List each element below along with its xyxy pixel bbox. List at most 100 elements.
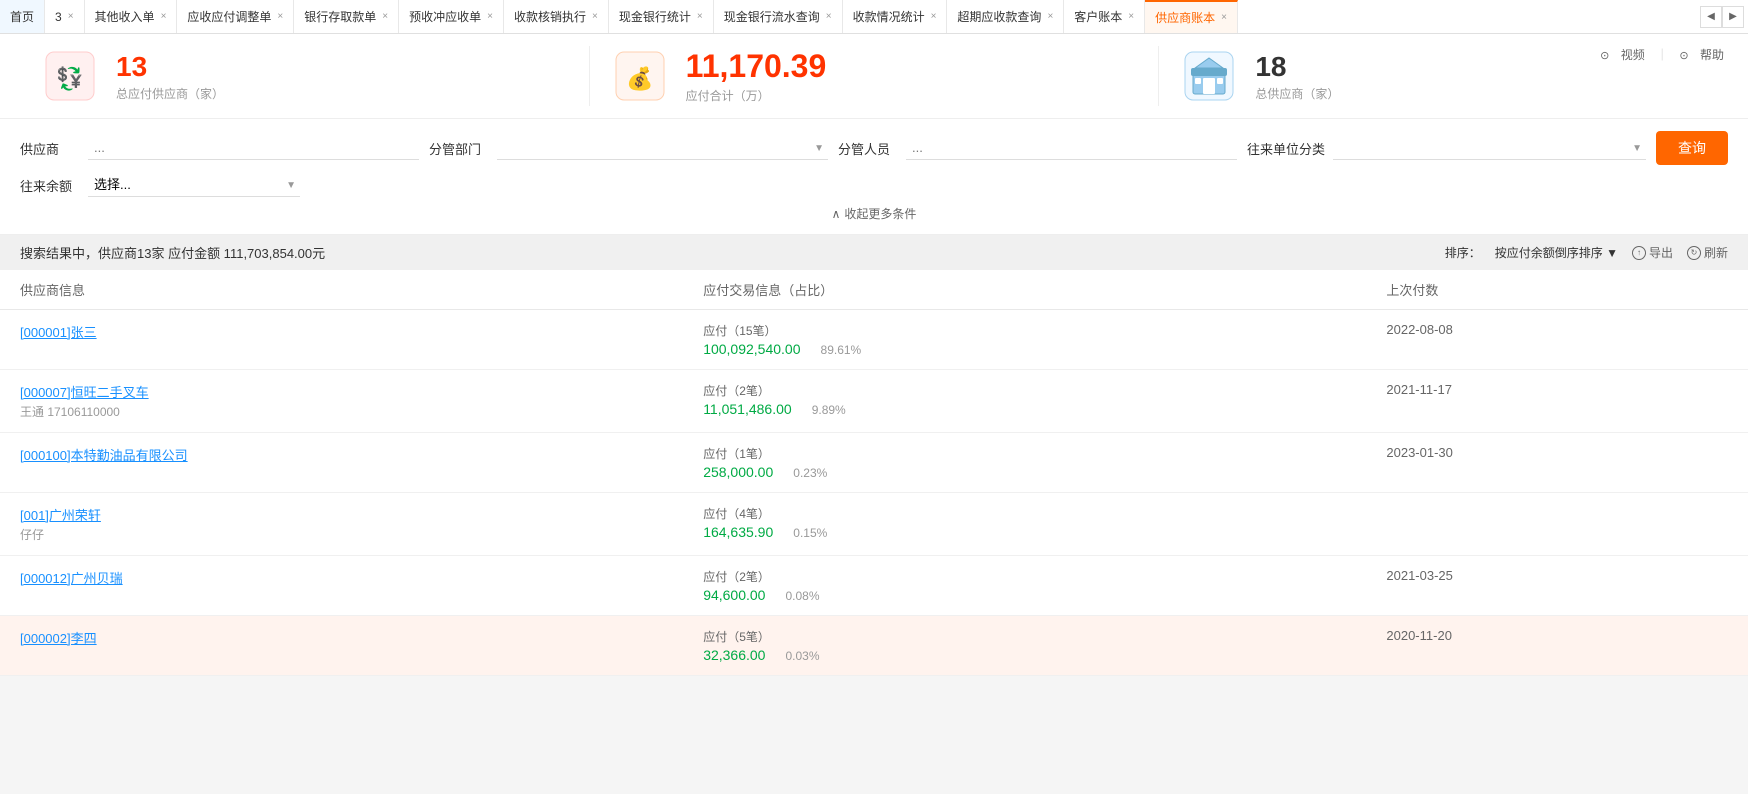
nav-tab-other-income-close[interactable]: × bbox=[161, 11, 167, 22]
supplier-link[interactable]: [000100]本特勤油品有限公司 bbox=[20, 445, 703, 464]
table-row: [001]广州荣轩 仔仔 应付（4笔） 164,635.90 0.15% bbox=[0, 493, 1748, 556]
last-pay-date: 2022-08-08 bbox=[1386, 322, 1453, 337]
stat-block-payable-suppliers: 💱 13 总应付供应商（家） bbox=[20, 46, 590, 106]
table-row: [000012]广州贝瑞 应付（2笔） 94,600.00 0.08% 2021… bbox=[0, 556, 1748, 616]
last-pay-col: 2023-01-30 bbox=[1386, 445, 1728, 460]
nav-tab-overdue-ar[interactable]: 超期应收款查询 × bbox=[947, 0, 1064, 34]
payable-suppliers-label: 总应付供应商（家） bbox=[116, 85, 224, 102]
stat-info-payable-suppliers: 13 总应付供应商（家） bbox=[116, 51, 224, 102]
nav-tab-customer-book[interactable]: 客户账本 × bbox=[1064, 0, 1145, 34]
trans-percent: 0.23% bbox=[793, 466, 827, 480]
filter-dept-select-wrap: ▼ bbox=[497, 136, 828, 160]
trans-info-col: 应付（4笔） 164,635.90 0.15% bbox=[703, 505, 1386, 540]
results-summary: 搜索结果中，供应商13家 应付金额 111,703,854.00元 bbox=[20, 243, 325, 262]
filter-category-select-wrap: ▼ bbox=[1333, 136, 1646, 160]
supplier-info-col: [000012]广州贝瑞 bbox=[20, 568, 703, 587]
nav-tab-overdue-ar-close[interactable]: × bbox=[1047, 11, 1053, 22]
nav-tab-prepay-offset-label: 预收冲应收单 bbox=[409, 8, 481, 25]
supplier-link[interactable]: [000007]恒旺二手叉车 bbox=[20, 382, 703, 401]
trans-amount: 11,051,486.00 bbox=[703, 401, 792, 417]
nav-prev-button[interactable]: ◀ bbox=[1700, 6, 1722, 28]
nav-tab-receipt-stat[interactable]: 收款情况统计 × bbox=[843, 0, 948, 34]
nav-tab-receipt-verify[interactable]: 收款核销执行 × bbox=[504, 0, 609, 34]
trans-row: 32,366.00 0.03% bbox=[703, 645, 1386, 663]
supplier-info-col: [000002]李四 bbox=[20, 628, 703, 647]
svg-text:💰: 💰 bbox=[626, 66, 653, 92]
trans-percent: 9.89% bbox=[812, 403, 846, 417]
filter-bar: 供应商 分管部门 ▼ 分管人员 往来单位分类 ▼ bbox=[0, 119, 1748, 235]
nav-tab-ar-ap-adjust-close[interactable]: × bbox=[277, 11, 283, 22]
nav-tab-cash-bank-stat-close[interactable]: × bbox=[697, 11, 703, 22]
nav-tab-ar-ap-adjust-label: 应收应付调整单 bbox=[187, 8, 271, 25]
svg-text:💱: 💱 bbox=[56, 66, 83, 92]
nav-tab-3[interactable]: 3 × bbox=[45, 0, 85, 34]
trans-amount: 100,092,540.00 bbox=[703, 341, 800, 357]
results-bar: 搜索结果中，供应商13家 应付金额 111,703,854.00元 排序： 按应… bbox=[0, 235, 1748, 270]
supplier-link[interactable]: [001]广州荣轩 bbox=[20, 505, 703, 524]
trans-label: 应付（15笔） bbox=[703, 322, 1386, 339]
filter-supplier-label: 供应商 bbox=[20, 139, 80, 158]
last-pay-date: 2021-11-17 bbox=[1386, 382, 1452, 397]
sort-label: 排序： bbox=[1445, 244, 1481, 261]
last-pay-col: 2020-11-20 bbox=[1386, 628, 1728, 643]
nav-tab-home[interactable]: 首页 bbox=[0, 0, 45, 34]
nav-tab-3-close[interactable]: × bbox=[68, 11, 74, 22]
nav-tab-prepay-offset-close[interactable]: × bbox=[487, 11, 493, 22]
stat-info-total-suppliers: 18 总供应商（家） bbox=[1255, 51, 1339, 102]
last-pay-date: 2020-11-20 bbox=[1386, 628, 1452, 643]
nav-tab-receipt-stat-label: 收款情况统计 bbox=[853, 8, 925, 25]
filter-category-select[interactable] bbox=[1333, 136, 1646, 160]
total-suppliers-icon bbox=[1179, 46, 1239, 106]
filter-balance-select[interactable]: 选择... bbox=[88, 173, 300, 197]
separator: ｜ bbox=[1656, 48, 1668, 62]
trans-info-col: 应付（1笔） 258,000.00 0.23% bbox=[703, 445, 1386, 480]
refresh-button[interactable]: ↻ 刷新 bbox=[1687, 244, 1728, 261]
nav-tab-home-label: 首页 bbox=[10, 8, 34, 25]
filter-dept-select[interactable] bbox=[497, 136, 828, 160]
nav-tab-cash-flow[interactable]: 现金银行流水查询 × bbox=[714, 0, 843, 34]
col-header-trans: 应付交易信息（占比） bbox=[703, 280, 1386, 299]
supplier-link[interactable]: [000012]广州贝瑞 bbox=[20, 568, 703, 587]
nav-next-button[interactable]: ▶ bbox=[1722, 6, 1744, 28]
stat-info-payable-total: 11,170.39 应付合计（万） bbox=[686, 48, 827, 104]
trans-row: 11,051,486.00 9.89% bbox=[703, 399, 1386, 417]
nav-tab-supplier-book-close[interactable]: × bbox=[1221, 12, 1227, 23]
trans-label: 应付（1笔） bbox=[703, 445, 1386, 462]
stats-bar: 💱 13 总应付供应商（家） 💰 11,170.39 应付合计（万） bbox=[0, 34, 1748, 119]
collapse-up-icon: ∧ bbox=[832, 207, 841, 221]
nav-tab-cash-flow-close[interactable]: × bbox=[826, 11, 832, 22]
supplier-link[interactable]: [000002]李四 bbox=[20, 628, 703, 647]
export-label: 导出 bbox=[1649, 244, 1673, 261]
filter-supplier-input[interactable] bbox=[88, 136, 419, 160]
filter-person-input[interactable] bbox=[906, 136, 1237, 160]
trans-percent: 0.03% bbox=[785, 649, 819, 663]
collapse-filter-button[interactable]: ∧ 收起更多条件 bbox=[20, 205, 1728, 222]
help-link[interactable]: 帮助 bbox=[1700, 48, 1724, 62]
nav-tab-receipt-verify-label: 收款核销执行 bbox=[514, 8, 586, 25]
supplier-link[interactable]: [000001]张三 bbox=[20, 322, 703, 341]
export-button[interactable]: ↑ 导出 bbox=[1632, 244, 1673, 261]
supplier-info-col: [000100]本特勤油品有限公司 bbox=[20, 445, 703, 464]
nav-tab-other-income[interactable]: 其他收入单 × bbox=[85, 0, 178, 34]
search-button[interactable]: 查询 bbox=[1656, 131, 1728, 165]
trans-row: 258,000.00 0.23% bbox=[703, 462, 1386, 480]
nav-tab-prepay-offset[interactable]: 预收冲应收单 × bbox=[399, 0, 504, 34]
nav-tab-bank-deposit[interactable]: 银行存取款单 × bbox=[294, 0, 399, 34]
nav-tab-ar-ap-adjust[interactable]: 应收应付调整单 × bbox=[177, 0, 294, 34]
top-right-links: ⊙ 视频 ｜ ⊙ 帮助 bbox=[1596, 46, 1728, 63]
sort-value[interactable]: 按应付余额倒序排序 ▼ bbox=[1495, 244, 1618, 261]
nav-tab-customer-book-close[interactable]: × bbox=[1128, 11, 1134, 22]
nav-tab-supplier-book[interactable]: 供应商账本 × bbox=[1145, 0, 1238, 34]
refresh-icon: ↻ bbox=[1687, 246, 1701, 260]
nav-tab-bank-deposit-close[interactable]: × bbox=[382, 11, 388, 22]
total-suppliers-label: 总供应商（家） bbox=[1255, 85, 1339, 102]
table-row: [000007]恒旺二手叉车 王通 17106110000 应付（2笔） 11,… bbox=[0, 370, 1748, 433]
total-suppliers-number: 18 bbox=[1255, 51, 1339, 83]
filter-balance-label: 往来余额 bbox=[20, 176, 80, 195]
nav-tab-receipt-verify-close[interactable]: × bbox=[592, 11, 598, 22]
table-row: [000100]本特勤油品有限公司 应付（1笔） 258,000.00 0.23… bbox=[0, 433, 1748, 493]
nav-tab-receipt-stat-close[interactable]: × bbox=[931, 11, 937, 22]
nav-tab-cash-bank-stat[interactable]: 现金银行统计 × bbox=[609, 0, 714, 34]
video-link[interactable]: 视频 bbox=[1621, 48, 1645, 62]
supplier-info-col: [000001]张三 bbox=[20, 322, 703, 341]
